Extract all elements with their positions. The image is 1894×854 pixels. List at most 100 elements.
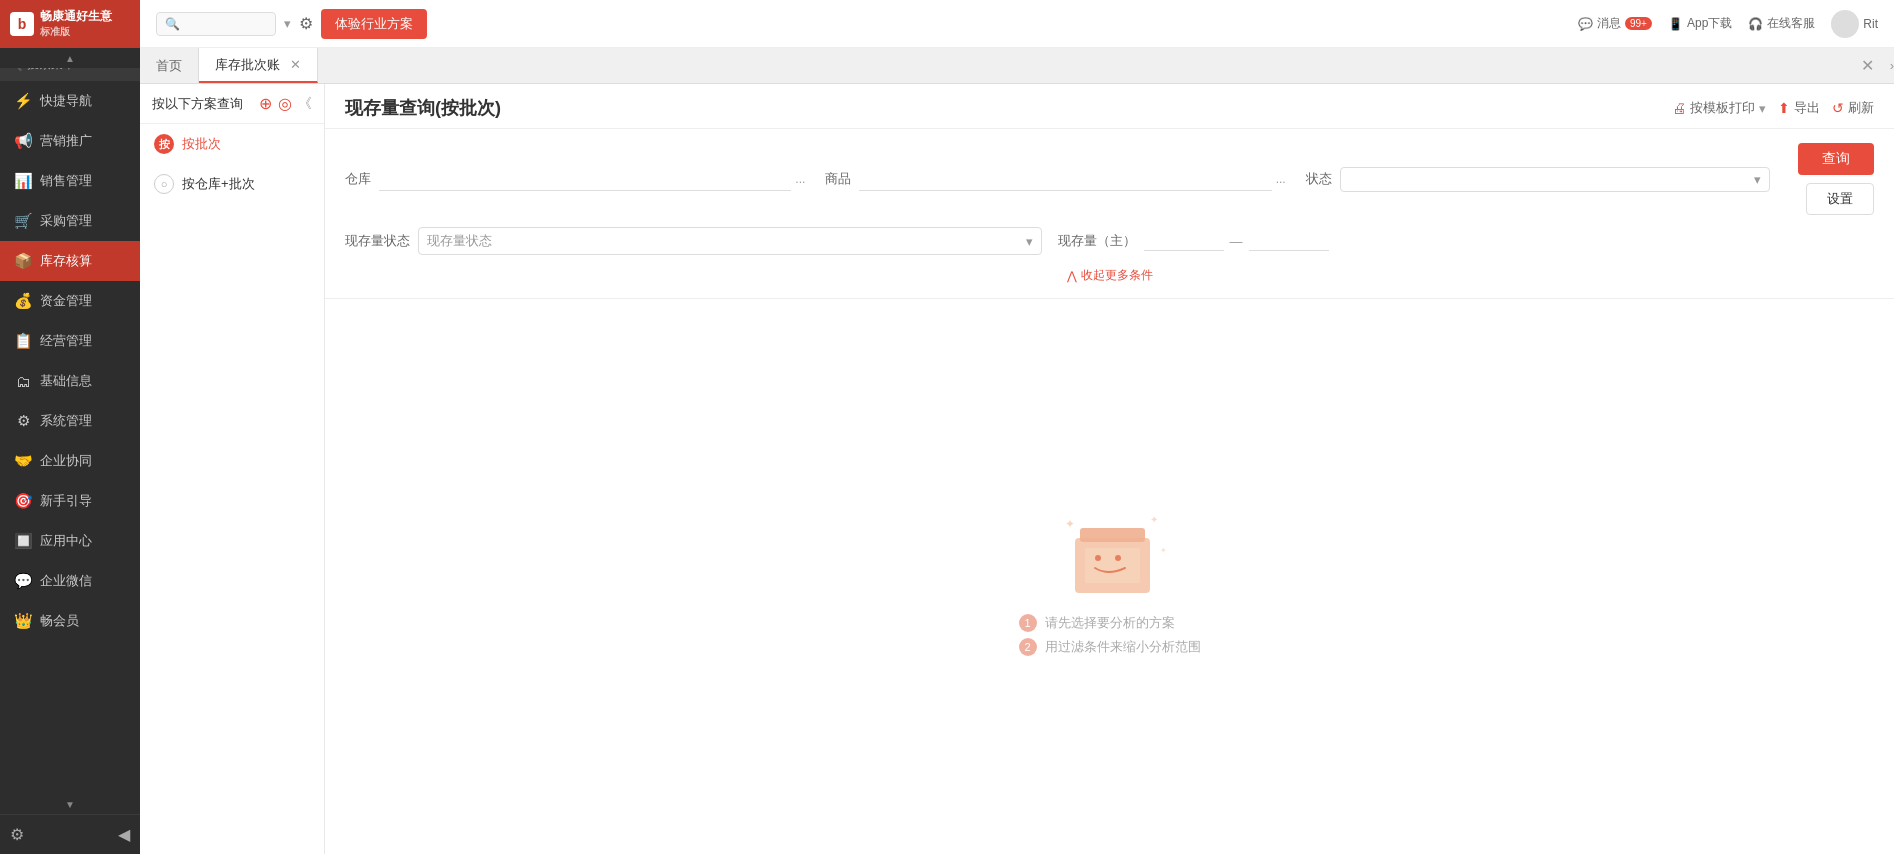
nav-label-enterprise: 企业协同 — [40, 452, 92, 470]
page-close-btn[interactable]: ✕ — [1849, 56, 1886, 75]
warehouse-more-btn[interactable]: ... — [791, 172, 809, 186]
add-scheme-icon[interactable]: ⊕ — [259, 94, 272, 113]
online-service-item[interactable]: 🎧 在线客服 — [1748, 15, 1815, 32]
empty-hints: 1 请先选择要分析的方案 2 用过滤条件来缩小分析范围 — [1019, 614, 1201, 656]
filter-action-btns: 查询 设置 — [1786, 143, 1874, 215]
sidebar-item-base[interactable]: 🗂 基础信息 — [0, 361, 140, 401]
filter-row-1: 仓库 ... 商品 ... 状态 ▾ — [345, 143, 1874, 215]
tab-batch-account-label: 库存批次账 — [215, 56, 280, 74]
sidebar-item-marketing[interactable]: 📢 营销推广 — [0, 121, 140, 161]
topbar-search-box[interactable]: 🔍 — [156, 12, 276, 36]
scheme-item-by-warehouse-batch[interactable]: ○ 按仓库+批次 — [140, 164, 324, 204]
experience-btn[interactable]: 体验行业方案 — [321, 9, 427, 39]
quantity-from-input[interactable] — [1144, 231, 1224, 251]
topbar-gear-icon[interactable]: ⚙ — [299, 14, 313, 33]
tab-more-icon[interactable]: › — [1890, 58, 1894, 73]
nav-label-newbie: 新手引导 — [40, 492, 92, 510]
hint-num-1: 1 — [1019, 614, 1037, 632]
nav-icon-member: 👑 — [14, 612, 32, 630]
svg-point-3 — [1095, 555, 1101, 561]
nav-label-wechat: 企业微信 — [40, 572, 92, 590]
topbar-left: 🔍 ▾ ⚙ 体验行业方案 — [156, 9, 1568, 39]
phone-icon: 📱 — [1668, 17, 1683, 31]
online-service-label: 在线客服 — [1767, 15, 1815, 32]
export-action[interactable]: ⬆ 导出 — [1778, 99, 1820, 117]
filter-row-2: 现存量状态 现存量状态 ▾ 现存量（主） — — [345, 227, 1754, 255]
messages-item[interactable]: 💬 消息 99+ — [1578, 15, 1652, 32]
scheme-label-by-warehouse-batch: 按仓库+批次 — [182, 175, 255, 193]
scheme-item-by-batch[interactable]: 按 按批次 — [140, 124, 324, 164]
goods-input[interactable] — [859, 167, 1271, 191]
sidebar-item-apps[interactable]: 🔲 应用中心 — [0, 521, 140, 561]
inventory-status-filter: 现存量状态 现存量状态 ▾ — [345, 227, 1042, 255]
scroll-down-btn[interactable]: ▼ — [0, 794, 140, 814]
tab-close-icon[interactable]: ✕ — [290, 57, 301, 72]
nav-icon-finance: 💰 — [14, 292, 32, 310]
goods-more-btn[interactable]: ... — [1272, 172, 1290, 186]
topbar-chevron-icon[interactable]: ▾ — [284, 16, 291, 31]
sidebar-item-finance[interactable]: 💰 资金管理 — [0, 281, 140, 321]
topbar-search-icon: 🔍 — [165, 17, 180, 31]
quantity-to-input[interactable] — [1249, 231, 1329, 251]
hint-num-2: 2 — [1019, 638, 1037, 656]
app-download-item[interactable]: 📱 App下载 — [1668, 15, 1732, 32]
panel-header-actions: ⊕ ◎ 《 — [259, 94, 312, 113]
app-logo: b — [10, 12, 34, 36]
nav-icon-apps: 🔲 — [14, 532, 32, 550]
collapse-row: ⋀ 收起更多条件 — [345, 267, 1874, 284]
inventory-status-dropdown-icon: ▾ — [1026, 234, 1033, 249]
headset-icon: 🎧 — [1748, 17, 1763, 31]
tabbar: 首页 库存批次账 ✕ ✕ › — [140, 48, 1894, 84]
version-badge: 标准版 — [40, 25, 112, 39]
inventory-status-select[interactable]: 现存量状态 ▾ — [418, 227, 1042, 255]
print-label: 按模板打印 — [1690, 99, 1755, 117]
sidebar-item-business[interactable]: 📋 经营管理 — [0, 321, 140, 361]
svg-text:✦: ✦ — [1160, 546, 1167, 555]
svg-point-4 — [1115, 555, 1121, 561]
collapse-conditions-btn[interactable]: ⋀ 收起更多条件 — [1067, 267, 1153, 284]
sidebar-item-quick-nav[interactable]: ⚡ 快捷导航 — [0, 81, 140, 121]
svg-rect-2 — [1085, 548, 1140, 583]
tab-home[interactable]: 首页 — [140, 48, 199, 83]
scroll-up-btn[interactable]: ▲ — [0, 48, 140, 68]
messages-label: 消息 — [1597, 15, 1621, 32]
goods-label: 商品 — [825, 170, 851, 188]
warehouse-input[interactable] — [379, 167, 791, 191]
sidebar-item-sales[interactable]: 📊 销售管理 — [0, 161, 140, 201]
sidebar-item-system[interactable]: ⚙ 系统管理 — [0, 401, 140, 441]
refresh-action[interactable]: ↺ 刷新 — [1832, 99, 1874, 117]
nav-icon-inventory: 📦 — [14, 252, 32, 270]
nav-label-sales: 销售管理 — [40, 172, 92, 190]
sidebar-item-inventory[interactable]: 📦 库存核算 — [0, 241, 140, 281]
username-label: Rit — [1863, 17, 1878, 31]
sidebar-item-enterprise[interactable]: 🤝 企业协同 — [0, 441, 140, 481]
sidebar-footer: ⚙ ◀ — [0, 814, 140, 854]
tab-home-label: 首页 — [156, 57, 182, 75]
nav-label-system: 系统管理 — [40, 412, 92, 430]
settings-icon[interactable]: ⚙ — [10, 825, 24, 844]
sidebar-nav: ⚡ 快捷导航 📢 营销推广 📊 销售管理 🛒 采购管理 📦 库存核算 💰 资金管… — [0, 81, 140, 814]
sidebar-item-wechat[interactable]: 💬 企业微信 — [0, 561, 140, 601]
nav-label-business: 经营管理 — [40, 332, 92, 350]
quantity-range: — — [1144, 231, 1755, 251]
print-chevron-icon[interactable]: ▾ — [1759, 101, 1766, 116]
hint-item-1: 1 请先选择要分析的方案 — [1019, 614, 1201, 632]
empty-svg: ✦ ✦ ✦ — [1060, 498, 1180, 598]
user-avatar-item[interactable]: Rit — [1831, 10, 1878, 38]
tab-batch-account[interactable]: 库存批次账 ✕ — [199, 48, 318, 83]
filter-area: 仓库 ... 商品 ... 状态 ▾ — [325, 129, 1894, 299]
collapse-sidebar-icon[interactable]: ◀ — [118, 825, 130, 844]
sidebar-item-newbie[interactable]: 🎯 新手引导 — [0, 481, 140, 521]
message-icon: 💬 — [1578, 17, 1593, 31]
query-btn[interactable]: 查询 — [1798, 143, 1874, 175]
sidebar-item-member[interactable]: 👑 畅会员 — [0, 601, 140, 641]
sidebar-item-purchase[interactable]: 🛒 采购管理 — [0, 201, 140, 241]
page-actions: 🖨 按模板打印 ▾ ⬆ 导出 ↺ 刷新 — [1672, 99, 1874, 117]
collapse-panel-icon[interactable]: 《 — [298, 95, 312, 113]
status-select[interactable]: ▾ — [1340, 167, 1770, 192]
settings-scheme-icon[interactable]: ◎ — [278, 94, 292, 113]
topbar-right: 💬 消息 99+ 📱 App下载 🎧 在线客服 Rit — [1578, 10, 1878, 38]
settings-btn[interactable]: 设置 — [1806, 183, 1874, 215]
print-template-action[interactable]: 🖨 按模板打印 ▾ — [1672, 99, 1766, 117]
nav-icon-base: 🗂 — [14, 372, 32, 390]
